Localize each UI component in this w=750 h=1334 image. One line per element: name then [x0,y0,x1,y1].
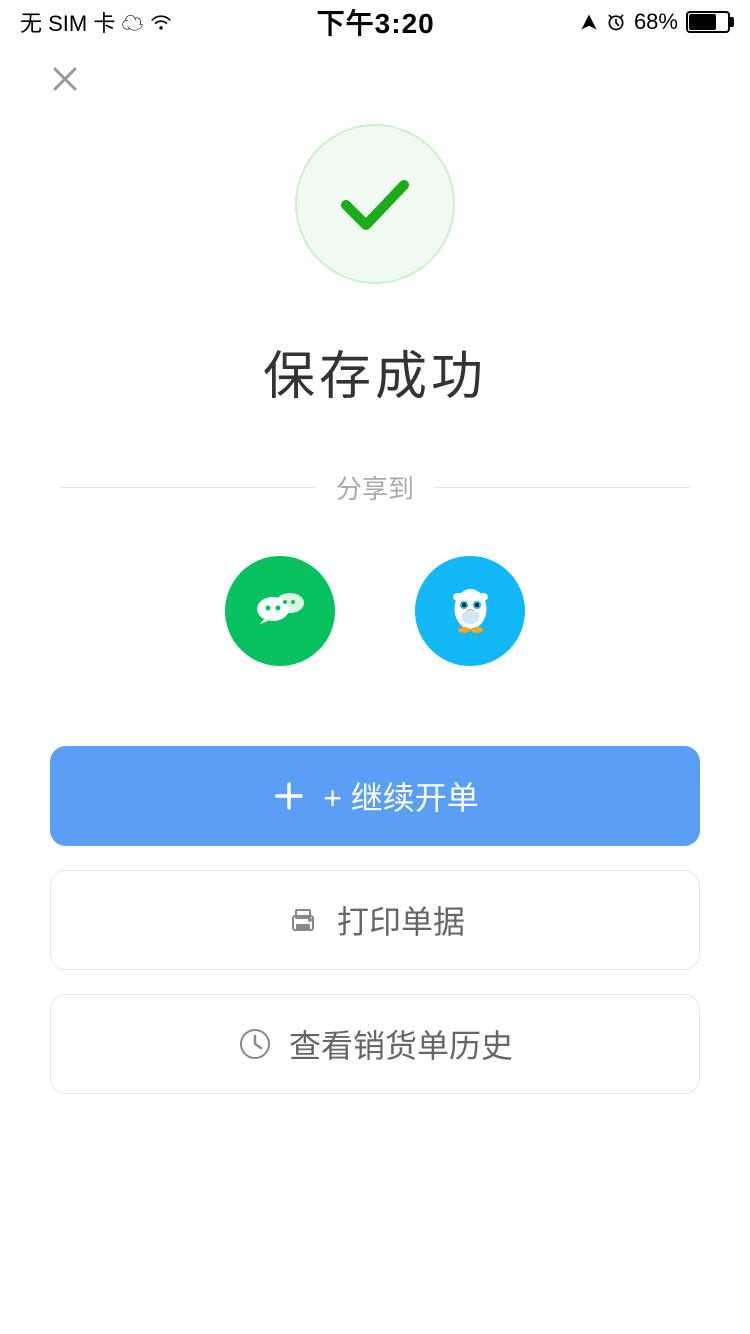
success-icon-circle [295,124,455,284]
history-icon [237,1026,273,1062]
main-content: 保存成功 分享到 [0,44,750,1094]
divider-line-right [434,487,690,488]
wechat-icon [248,579,313,644]
continue-label: + 继续开单 [323,773,479,819]
status-bar: 无 SIM 卡 ☁ 下午3:20 68% [0,0,750,44]
print-icon [285,902,321,938]
continue-button[interactable]: + 继续开单 [50,746,700,846]
divider-line-left [60,487,316,488]
success-title: 保存成功 [263,334,487,409]
wifi-icon [151,14,171,30]
share-buttons-row [225,556,525,666]
checkmark-icon [330,159,420,249]
print-button[interactable]: 打印单据 [50,870,700,970]
sim-text: 无 SIM 卡 ☁ [20,6,143,38]
history-label: 查看销货单历史 [289,1021,513,1067]
share-wechat-button[interactable] [225,556,335,666]
close-button[interactable] [40,54,90,104]
action-buttons-section: + 继续开单 打印单据 查看销货单历史 [0,746,750,1094]
share-qq-button[interactable] [415,556,525,666]
battery-text: 68% [634,9,678,35]
divider-label: 分享到 [316,469,434,506]
location-icon [580,13,598,31]
status-time: 下午3:20 [317,2,435,42]
qq-icon [438,579,503,644]
plus-icon [271,778,307,814]
share-divider: 分享到 [0,469,750,506]
print-label: 打印单据 [337,897,465,943]
battery-icon [686,11,730,33]
status-left: 无 SIM 卡 ☁ [20,6,171,38]
status-right: 68% [580,9,730,35]
history-button[interactable]: 查看销货单历史 [50,994,700,1094]
alarm-icon [606,12,626,32]
